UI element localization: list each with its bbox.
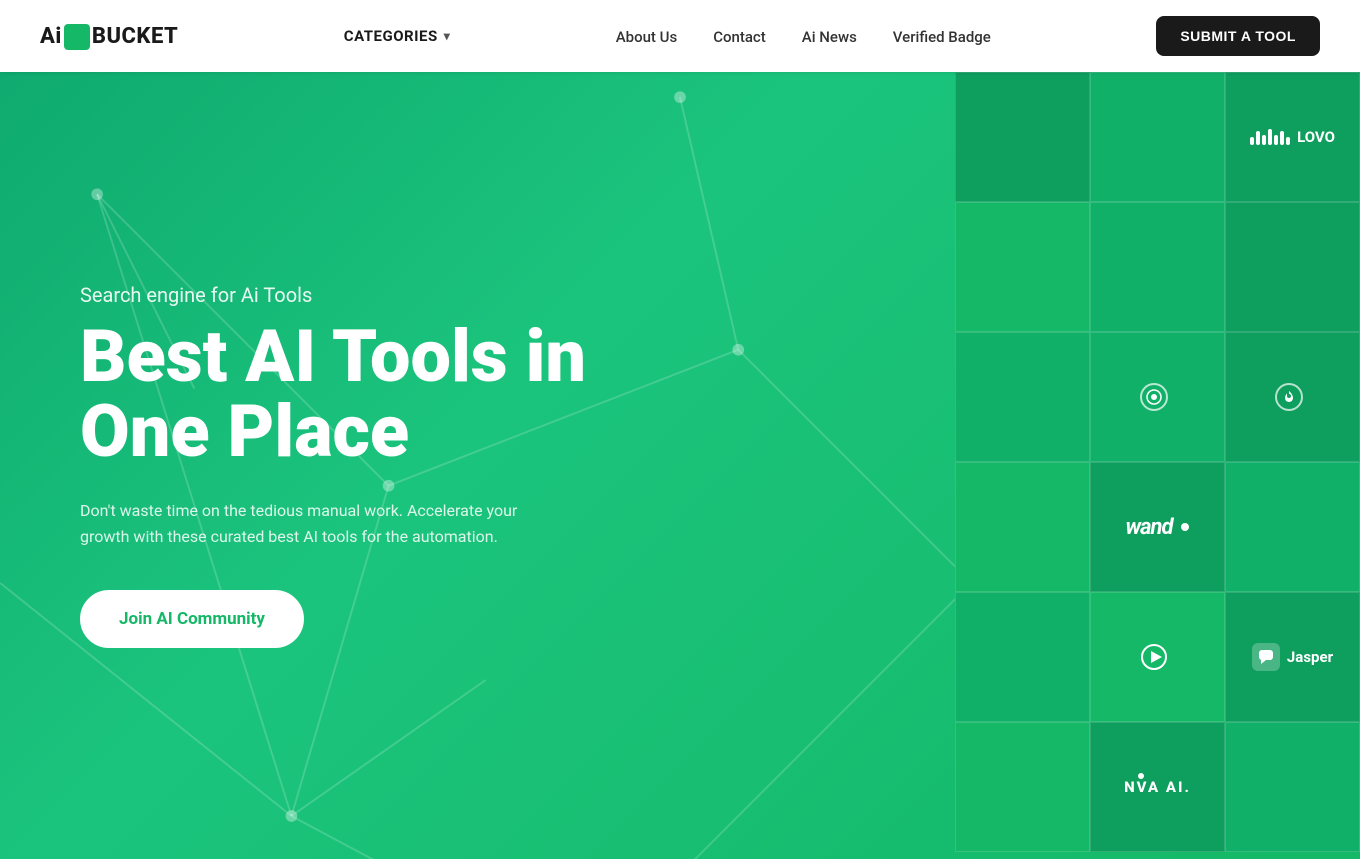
- grid-cell-nova: NVA AI.: [1090, 722, 1225, 852]
- grid-cell-roam: [1090, 592, 1225, 722]
- tools-grid: LOVO: [955, 72, 1360, 859]
- nav-categories[interactable]: CATEGORIES ▾: [344, 27, 451, 45]
- grid-cell-empty-r5c1: [955, 592, 1090, 722]
- nova-logo: NVA AI.: [1124, 778, 1191, 796]
- hero-section: Search engine for Ai Tools Best AI Tools…: [0, 0, 1360, 859]
- grid-cell-empty-r3c1: [955, 332, 1090, 462]
- grid-cell-reply: Jasper: [1225, 592, 1360, 722]
- pytorch-logo: [1275, 383, 1310, 411]
- logo-bucket-text: BUCKET: [92, 24, 178, 49]
- lovo-logo: LOVO: [1250, 128, 1335, 146]
- grid-cell-empty-r2c1: [955, 202, 1090, 332]
- grid-cell-lovo: LOVO: [1225, 72, 1360, 202]
- grid-cell-jasper: [1090, 332, 1225, 462]
- grid-cell-empty-r1c2: [1090, 72, 1225, 202]
- join-community-button[interactable]: Join AI Community: [80, 590, 304, 648]
- grid-cell-pytorch: [1225, 332, 1360, 462]
- hero-description: Don't waste time on the tedious manual w…: [80, 498, 560, 551]
- nav-link-badge[interactable]: Verified Badge: [893, 28, 991, 46]
- grid-cell-empty-r6c3: [1225, 722, 1360, 852]
- nav-link-news[interactable]: Ai News: [802, 28, 857, 46]
- grid-cell-empty-r2c2: [1090, 202, 1225, 332]
- grid-cell-empty-r2c3: [1225, 202, 1360, 332]
- hero-title: Best AI Tools in One Place: [80, 319, 600, 470]
- nav-link-contact[interactable]: Contact: [713, 28, 766, 46]
- grid-cell-wand: wand: [1090, 462, 1225, 592]
- submit-tool-button[interactable]: SUBMIT A TOOL: [1156, 16, 1320, 56]
- logo-icon: [64, 24, 90, 50]
- hero-content: Search engine for Ai Tools Best AI Tools…: [0, 72, 640, 859]
- grid-cell-empty-r4c3: [1225, 462, 1360, 592]
- nav-links: About Us Contact Ai News Verified Badge: [616, 27, 991, 46]
- reply-logo: Jasper: [1252, 643, 1333, 671]
- grid-cell-empty-r6c1: [955, 722, 1090, 852]
- wand-logo: wand: [1125, 515, 1189, 540]
- nav-link-about[interactable]: About Us: [616, 28, 678, 46]
- logo-ai-text: Ai: [40, 24, 62, 49]
- jasper-logo: [1140, 383, 1175, 411]
- roam-logo: [1140, 643, 1175, 671]
- navbar: Ai BUCKET CATEGORIES ▾ About Us Contact …: [0, 0, 1360, 72]
- logo[interactable]: Ai BUCKET: [40, 23, 178, 49]
- chevron-down-icon: ▾: [444, 29, 451, 43]
- hero-subtitle: Search engine for Ai Tools: [80, 283, 600, 307]
- grid-cell-empty-r4c1: [955, 462, 1090, 592]
- grid-cell-empty-r1c1: [955, 72, 1090, 202]
